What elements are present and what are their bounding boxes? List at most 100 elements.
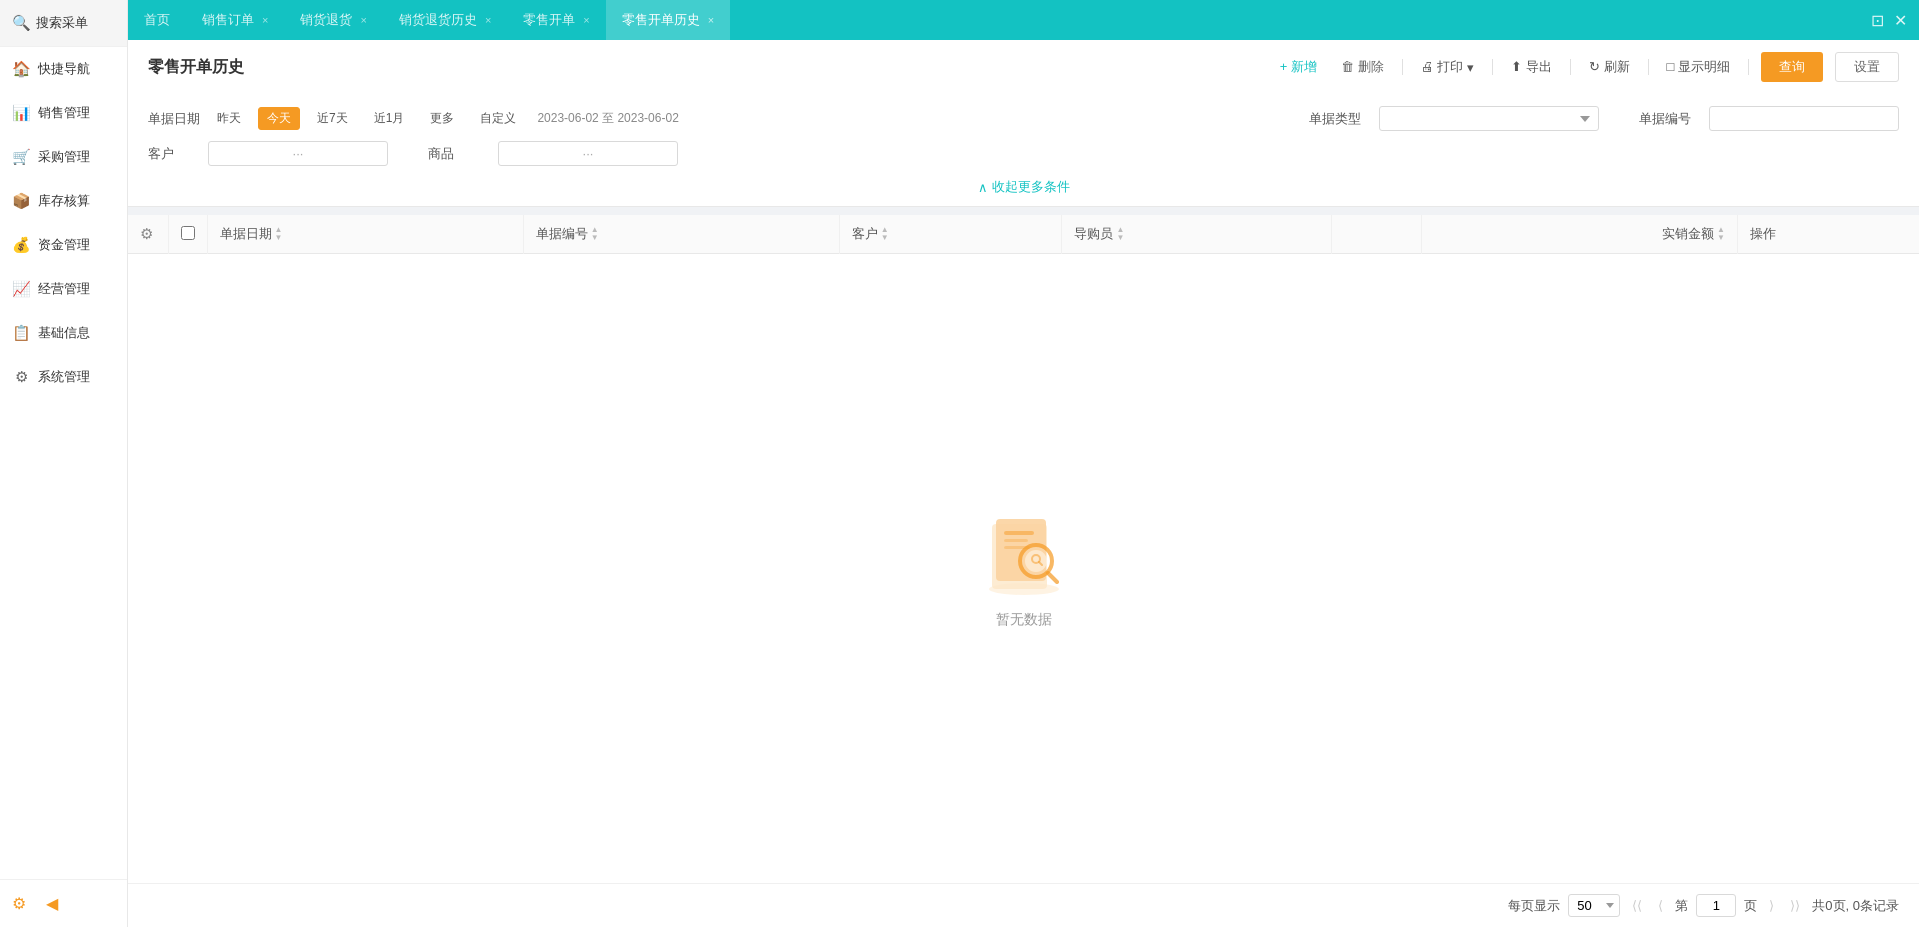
sidebar-item-purchase-mgmt[interactable]: 🛒 采购管理 xyxy=(0,135,127,179)
first-page-btn[interactable]: ⟨⟨ xyxy=(1628,896,1646,915)
th-customer-label: 客户 xyxy=(852,225,878,243)
sidebar-item-finance[interactable]: 💰 资金管理 xyxy=(0,223,127,267)
sidebar-label-purchase-mgmt: 采购管理 xyxy=(38,148,90,166)
nav-right-controls: ⊡ ✕ xyxy=(1871,11,1919,30)
operations-icon: 📈 xyxy=(12,280,30,298)
th-salesperson-label: 导购员 xyxy=(1074,225,1113,243)
page-header: 零售开单历史 + 新增 🗑 删除 🖨 打印 ▾ ⬆ 导出 ↻ 刷新 □ 显示明细 xyxy=(128,40,1919,207)
date-btn-more[interactable]: 更多 xyxy=(421,107,463,130)
toolbar-divider-4 xyxy=(1648,59,1649,75)
query-button[interactable]: 查询 xyxy=(1761,52,1823,82)
customer-filter-btn[interactable]: ··· xyxy=(208,141,388,166)
prev-page-btn[interactable]: ⟨ xyxy=(1654,896,1667,915)
sidebar-item-inventory[interactable]: 📦 库存核算 xyxy=(0,179,127,223)
basic-info-icon: 📋 xyxy=(12,324,30,342)
date-btn-yesterday[interactable]: 昨天 xyxy=(208,107,250,130)
refresh-button[interactable]: ↻ 刷新 xyxy=(1583,54,1636,80)
empty-text: 暂无数据 xyxy=(996,611,1052,629)
tab-retail-open[interactable]: 零售开单 × xyxy=(507,0,605,40)
export-button[interactable]: ⬆ 导出 xyxy=(1505,54,1558,80)
print-arrow-icon: ▾ xyxy=(1467,60,1474,75)
tab-sales-return-history-label: 销货退货历史 xyxy=(399,11,477,29)
toolbar: + 新增 🗑 删除 🖨 打印 ▾ ⬆ 导出 ↻ 刷新 □ 显示明细 查询 xyxy=(1274,52,1899,82)
collapse-icon: ∧ xyxy=(978,180,988,195)
date-btn-1month[interactable]: 近1月 xyxy=(365,107,414,130)
tab-sales-order-close[interactable]: × xyxy=(262,14,268,26)
page-label: 第 xyxy=(1675,897,1688,915)
goods-filter-label: 商品 xyxy=(428,145,498,163)
date-btn-today[interactable]: 今天 xyxy=(258,107,300,130)
top-nav: 首页 销售订单 × 销货退货 × 销货退货历史 × 零售开单 × 零售开单历史 … xyxy=(128,0,1919,40)
sidebar-item-operations[interactable]: 📈 经营管理 xyxy=(0,267,127,311)
delete-button[interactable]: 🗑 删除 xyxy=(1335,54,1390,80)
th-salesperson: 导购员 ▲▼ xyxy=(1062,215,1331,254)
settings-button[interactable]: 设置 xyxy=(1835,52,1899,82)
customer-filter-label: 客户 xyxy=(148,145,208,163)
last-page-btn[interactable]: ⟩⟩ xyxy=(1786,896,1804,915)
per-page-select[interactable]: 20 50 100 200 xyxy=(1568,894,1620,917)
collapse-sidebar-icon[interactable]: ◀ xyxy=(46,894,58,913)
sidebar-search[interactable]: 🔍 搜索采单 xyxy=(0,0,127,47)
toolbar-divider-2 xyxy=(1492,59,1493,75)
page-number-input[interactable] xyxy=(1696,894,1736,917)
date-sort-arrows[interactable]: ▲▼ xyxy=(275,226,283,242)
tab-retail-open-history-close[interactable]: × xyxy=(708,14,714,26)
search-icon: 🔍 xyxy=(12,14,30,32)
type-filter-select[interactable] xyxy=(1379,106,1599,131)
toolbar-divider-3 xyxy=(1570,59,1571,75)
th-checkbox xyxy=(168,215,207,254)
date-btn-7days[interactable]: 近7天 xyxy=(308,107,357,130)
tab-sales-return-close[interactable]: × xyxy=(360,14,366,26)
svg-point-7 xyxy=(1025,550,1047,572)
tab-retail-open-close[interactable]: × xyxy=(583,14,589,26)
next-page-btn[interactable]: ⟩ xyxy=(1765,896,1778,915)
sidebar: 🔍 搜索采单 🏠 快捷导航 📊 销售管理 🛒 采购管理 📦 库存核算 💰 资金管… xyxy=(0,0,128,927)
tab-sales-return-history[interactable]: 销货退货历史 × xyxy=(383,0,507,40)
tab-retail-open-history[interactable]: 零售开单历史 × xyxy=(606,0,730,40)
tab-sales-return-label: 销货退货 xyxy=(300,11,352,29)
sidebar-label-operations: 经营管理 xyxy=(38,280,90,298)
inventory-icon: 📦 xyxy=(12,192,30,210)
sidebar-item-basic-info[interactable]: 📋 基础信息 xyxy=(0,311,127,355)
sidebar-item-sales-mgmt[interactable]: 📊 销售管理 xyxy=(0,91,127,135)
number-filter-label: 单据编号 xyxy=(1639,110,1709,128)
th-number: 单据编号 ▲▼ xyxy=(523,215,839,254)
select-all-checkbox[interactable] xyxy=(181,226,195,240)
date-btn-custom[interactable]: 自定义 xyxy=(471,107,525,130)
tab-sales-order[interactable]: 销售订单 × xyxy=(186,0,284,40)
amount-sort-arrows[interactable]: ▲▼ xyxy=(1717,226,1725,242)
sidebar-label-sys-mgmt: 系统管理 xyxy=(38,368,90,386)
window-close-icon[interactable]: ✕ xyxy=(1894,11,1907,30)
pagination-bar: 每页显示 20 50 100 200 ⟨⟨ ⟨ 第 页 ⟩ ⟩⟩ 共0页, 0条… xyxy=(128,883,1919,927)
print-button[interactable]: 🖨 打印 ▾ xyxy=(1415,54,1481,80)
column-settings-icon[interactable]: ⚙ xyxy=(140,225,153,242)
sidebar-item-quick-nav[interactable]: 🏠 快捷导航 xyxy=(0,47,127,91)
sidebar-item-sys-mgmt[interactable]: ⚙ 系统管理 xyxy=(0,355,127,399)
tab-sales-return[interactable]: 销货退货 × xyxy=(284,0,382,40)
salesperson-sort-arrows[interactable]: ▲▼ xyxy=(1116,226,1124,242)
date-range-display: 2023-06-02 至 2023-06-02 xyxy=(537,110,678,127)
collapse-filter-btn[interactable]: ∧ 收起更多条件 xyxy=(148,172,1899,206)
th-amount: 实销金额 ▲▼ xyxy=(1421,215,1737,254)
table-header-row: ⚙ 单据日期 ▲▼ xyxy=(128,215,1919,254)
per-page-label: 每页显示 xyxy=(1508,897,1560,915)
add-button[interactable]: + 新增 xyxy=(1274,54,1323,80)
page-suffix: 页 xyxy=(1744,897,1757,915)
date-range-group: 昨天 今天 近7天 近1月 更多 自定义 2023-06-02 至 2023-0… xyxy=(208,107,1269,130)
number-filter-input[interactable] xyxy=(1709,106,1899,131)
settings-icon[interactable]: ⚙ xyxy=(12,894,26,913)
filter-row-2: 客户 ··· 商品 ··· xyxy=(148,141,1899,166)
customer-sort-arrows[interactable]: ▲▼ xyxy=(881,226,889,242)
goods-filter-btn[interactable]: ··· xyxy=(498,141,678,166)
empty-svg xyxy=(974,509,1074,599)
tab-home[interactable]: 首页 xyxy=(128,0,186,40)
number-sort-arrows[interactable]: ▲▼ xyxy=(591,226,599,242)
sales-icon: 📊 xyxy=(12,104,30,122)
display-detail-button[interactable]: □ 显示明细 xyxy=(1661,54,1736,80)
svg-rect-4 xyxy=(1004,539,1028,542)
window-restore-icon[interactable]: ⊡ xyxy=(1871,11,1884,30)
th-action-label: 操作 xyxy=(1750,226,1776,241)
toolbar-divider-1 xyxy=(1402,59,1403,75)
tab-sales-return-history-close[interactable]: × xyxy=(485,14,491,26)
th-number-label: 单据编号 xyxy=(536,225,588,243)
